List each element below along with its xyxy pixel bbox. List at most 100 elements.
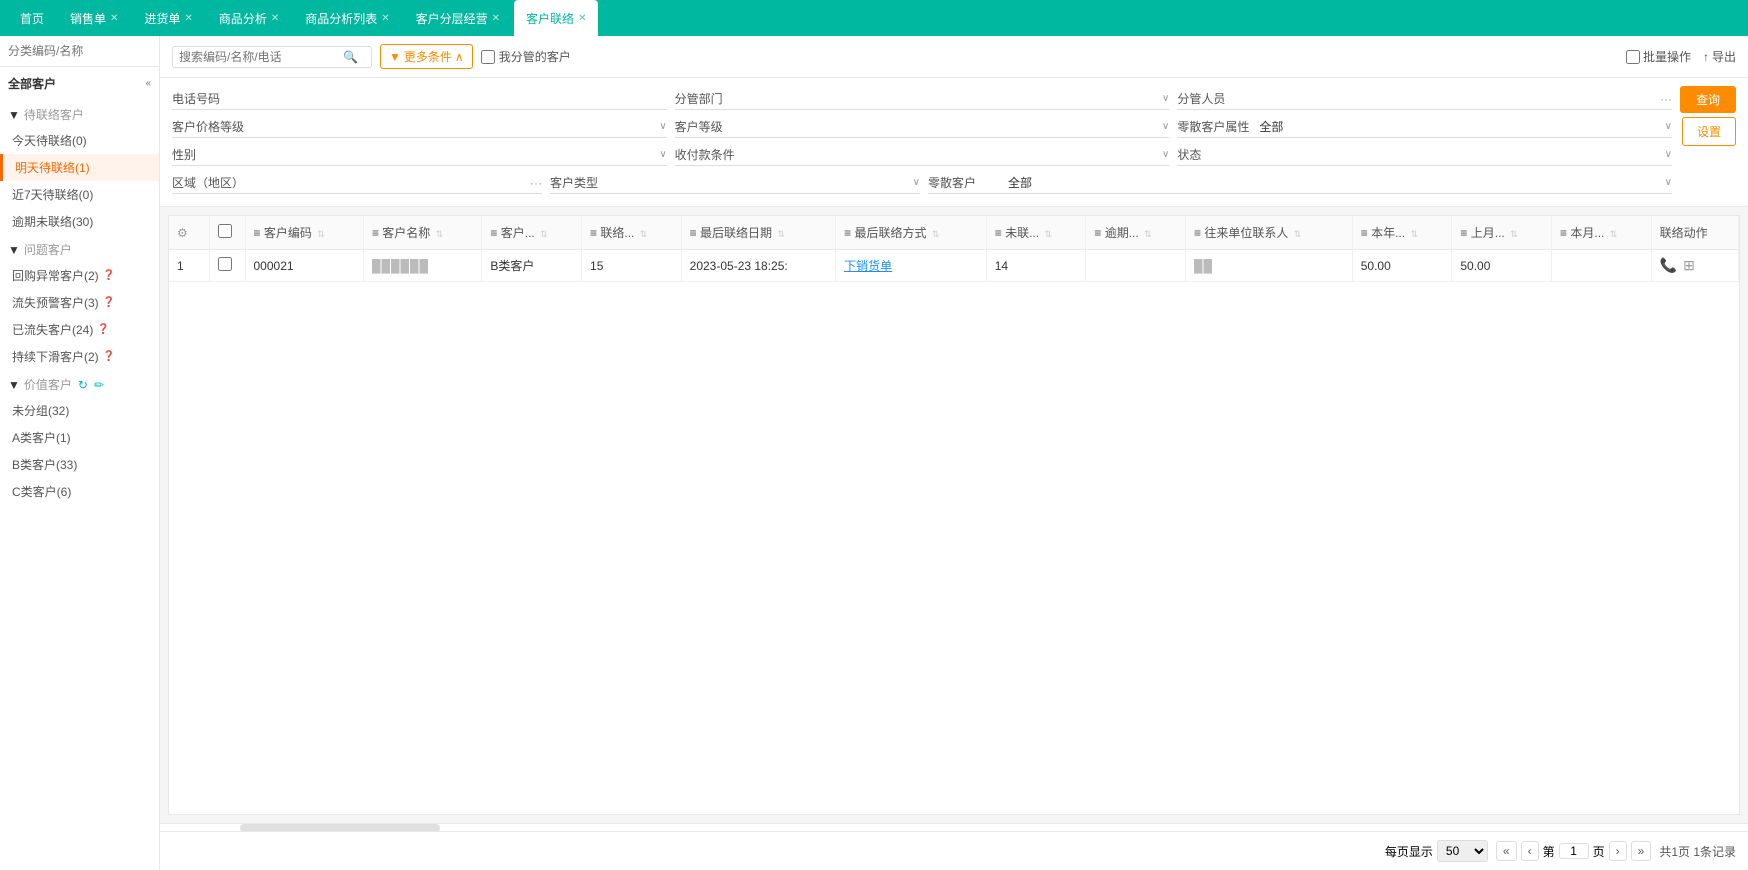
nav-analysis-table-close[interactable]: ✕ — [381, 13, 389, 24]
settings-button[interactable]: 设置 — [1682, 117, 1736, 146]
top-navigation: 首页 销售单 ✕ 进货单 ✕ 商品分析 ✕ 商品分析列表 ✕ 客户分层经营 ✕ … — [0, 0, 1748, 36]
sidebar-search-input[interactable] — [8, 44, 160, 58]
sidebar-item-overdue[interactable]: 逾期未联络(30) — [0, 208, 159, 235]
table-header-row: ⚙ ≡ 客户编码 ⇅ ≡ 客户名称 ⇅ — [169, 216, 1739, 250]
help-icon-0[interactable]: ❓ — [103, 270, 115, 281]
filter-icon: ▼ — [389, 50, 401, 64]
nav-sales-close[interactable]: ✕ — [110, 13, 118, 24]
query-button[interactable]: 查询 — [1680, 86, 1736, 113]
filter-retail-attr[interactable]: 零散客户属性 全部 ∨ — [1177, 118, 1672, 138]
search-input[interactable] — [179, 50, 339, 64]
next-page-btn[interactable]: › — [1609, 841, 1627, 861]
th-code: ≡ 客户编码 ⇅ — [245, 216, 363, 250]
sidebar-item-class-a[interactable]: A类客户(1) — [0, 424, 159, 451]
help-icon-1[interactable]: ❓ — [103, 297, 115, 308]
page-number-input[interactable] — [1559, 843, 1589, 859]
sidebar-item-7days[interactable]: 近7天待联络(0) — [0, 181, 159, 208]
row-checkbox-0[interactable] — [218, 257, 232, 271]
more-conditions-btn[interactable]: ▼ 更多条件 ∧ — [380, 44, 473, 69]
nav-customer-tier[interactable]: 客户分层经营 ✕ — [404, 0, 512, 36]
sidebar-item-churn-warning[interactable]: 流失预警客户(3) ❓ — [0, 289, 159, 316]
cell-level: B类客户 — [482, 250, 582, 282]
sort-code-icon[interactable]: ⇅ — [317, 229, 325, 239]
nav-customer-tier-close[interactable]: ✕ — [492, 13, 500, 24]
nav-purchase-close[interactable]: ✕ — [184, 13, 192, 24]
filter-status[interactable]: 状态 ∨ — [1177, 146, 1672, 166]
sort-unit-contact-icon[interactable]: ⇅ — [1294, 229, 1302, 239]
sort-overdue-icon[interactable]: ⇅ — [1144, 229, 1152, 239]
search-icon[interactable]: 🔍 — [343, 50, 358, 64]
cell-name: ██████ — [363, 250, 481, 282]
filter-customer-type[interactable]: 客户类型 ∨ — [550, 174, 920, 194]
first-page-btn[interactable]: « — [1496, 841, 1517, 861]
filter-gender[interactable]: 性别 ∨ — [172, 146, 667, 166]
help-icon-3[interactable]: ❓ — [103, 351, 115, 362]
sidebar-item-tomorrow[interactable]: 明天待联络(1) — [0, 154, 159, 181]
sidebar-item-class-c[interactable]: C类客户(6) — [0, 478, 159, 505]
area-ellipsis[interactable]: ··· — [530, 176, 542, 190]
sort-last-month-icon[interactable]: ⇅ — [1510, 229, 1518, 239]
select-all-checkbox[interactable] — [218, 224, 232, 238]
filter-retail-customer[interactable]: 零散客户 全部 ∨ — [928, 174, 1672, 194]
filter-payment[interactable]: 收付款条件 ∨ — [675, 146, 1170, 166]
sort-level-icon[interactable]: ⇅ — [540, 229, 548, 239]
refresh-icon[interactable]: ↻ — [78, 378, 88, 392]
prev-page-btn[interactable]: ‹ — [1521, 841, 1539, 861]
sidebar-search-area: 🔍 — [0, 36, 159, 67]
last-method-link[interactable]: 下销货单 — [844, 259, 892, 273]
sort-uncontacted-icon[interactable]: ⇅ — [1044, 229, 1052, 239]
batch-action-btn[interactable]: 批量操作 — [1626, 48, 1691, 65]
per-page-select[interactable]: 50 100 — [1437, 840, 1488, 862]
filter-price-level[interactable]: 客户价格等级 ∨ — [172, 118, 667, 138]
nav-analysis-table[interactable]: 商品分析列表 ✕ — [293, 0, 401, 36]
sort-contact-count-icon[interactable]: ⇅ — [640, 229, 648, 239]
search-input-wrap[interactable]: 🔍 — [172, 46, 372, 68]
nav-customer-contact[interactable]: 客户联络 ✕ — [514, 0, 598, 36]
last-page-btn[interactable]: » — [1631, 841, 1652, 861]
my-customers-check[interactable] — [481, 50, 495, 64]
action-icons: 📞 ⊞ — [1660, 257, 1730, 274]
manager-ellipsis[interactable]: ··· — [1660, 92, 1672, 106]
customer-type-chevron: ∨ — [913, 177, 920, 188]
horizontal-scrollbar[interactable] — [160, 823, 1748, 831]
edit-icon[interactable]: ✏ — [94, 378, 104, 392]
sort-name-icon[interactable]: ⇅ — [436, 229, 444, 239]
grid-action-icon[interactable]: ⊞ — [1683, 257, 1695, 274]
th-contact-count: ≡ 联络... ⇅ — [582, 216, 682, 250]
sort-last-method-icon[interactable]: ⇅ — [932, 229, 940, 239]
th-action: 联络动作 — [1651, 216, 1738, 250]
collapse-icon[interactable]: « — [145, 78, 151, 89]
gear-icon[interactable]: ⚙ — [177, 226, 188, 240]
batch-check[interactable] — [1626, 50, 1640, 64]
phone-action-icon[interactable]: 📞 — [1660, 257, 1677, 274]
cell-actions: 📞 ⊞ — [1651, 250, 1738, 282]
sidebar-item-ungrouped[interactable]: 未分组(32) — [0, 397, 159, 424]
sidebar-item-class-b[interactable]: B类客户(33) — [0, 451, 159, 478]
sort-last-date-icon[interactable]: ⇅ — [777, 229, 785, 239]
filter-customer-level[interactable]: 客户等级 ∨ — [675, 118, 1170, 138]
help-icon-2[interactable]: ❓ — [97, 324, 109, 335]
nav-analysis[interactable]: 商品分析 ✕ — [207, 0, 291, 36]
sidebar-item-today[interactable]: 今天待联络(0) — [0, 127, 159, 154]
nav-sales[interactable]: 销售单 ✕ — [58, 0, 130, 36]
sidebar-item-repurchase-abnormal[interactable]: 回购异常客户(2) ❓ — [0, 262, 159, 289]
sidebar-all-customers[interactable]: 全部客户 « — [0, 67, 159, 100]
sidebar-item-declining[interactable]: 持续下滑客户(2) ❓ — [0, 343, 159, 370]
export-btn[interactable]: ↑ 导出 — [1703, 48, 1736, 65]
nav-analysis-close[interactable]: ✕ — [271, 13, 279, 24]
my-customers-checkbox[interactable]: 我分管的客户 — [481, 48, 571, 65]
nav-purchase[interactable]: 进货单 ✕ — [132, 0, 204, 36]
dept-chevron: ∨ — [1162, 93, 1169, 104]
data-table: ⚙ ≡ 客户编码 ⇅ ≡ 客户名称 ⇅ — [169, 216, 1739, 282]
sort-this-year-icon[interactable]: ⇅ — [1410, 229, 1418, 239]
filter-phone-input[interactable] — [246, 92, 667, 106]
retail-attr-chevron: ∨ — [1665, 121, 1672, 132]
nav-home[interactable]: 首页 — [8, 0, 56, 36]
nav-customer-contact-close[interactable]: ✕ — [578, 13, 586, 24]
sort-this-month-icon[interactable]: ⇅ — [1610, 229, 1618, 239]
sidebar-item-churned[interactable]: 已流失客户(24) ❓ — [0, 316, 159, 343]
filter-dept[interactable]: 分管部门 ∨ — [675, 90, 1170, 110]
th-this-year: ≡ 本年... ⇅ — [1352, 216, 1452, 250]
th-uncontacted: ≡ 未联... ⇅ — [986, 216, 1086, 250]
th-level: ≡ 客户... ⇅ — [482, 216, 582, 250]
